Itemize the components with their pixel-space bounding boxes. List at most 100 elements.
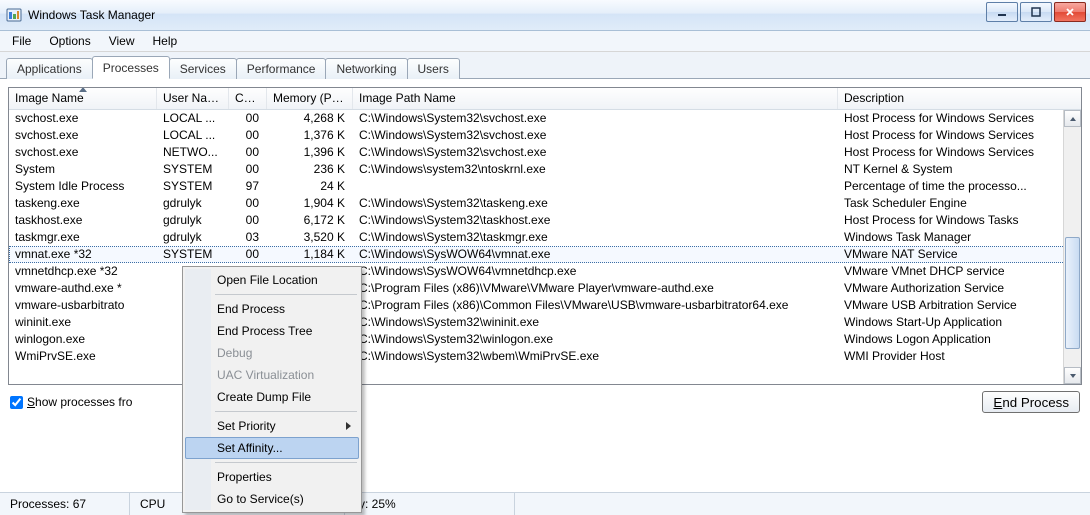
cell-description: VMware NAT Service [838, 246, 1081, 263]
col-image-name[interactable]: Image Name [9, 88, 157, 109]
menu-options[interactable]: Options [41, 33, 98, 49]
cm-end-process[interactable]: End Process [185, 298, 359, 320]
table-row[interactable]: vmware-authd.exe *,784 KC:\Program Files… [9, 280, 1081, 297]
process-context-menu: Open File Location End Process End Proce… [182, 266, 362, 513]
cell-cpu: 00 [229, 246, 267, 263]
cell-path: C:\Windows\System32\svchost.exe [353, 127, 838, 144]
close-button[interactable] [1054, 2, 1086, 22]
cell-description: Windows Task Manager [838, 229, 1081, 246]
cell-image-name: vmware-authd.exe * [9, 280, 157, 297]
cell-description: Host Process for Windows Services [838, 144, 1081, 161]
end-process-button[interactable]: End Process [982, 391, 1080, 413]
cm-create-dump-file[interactable]: Create Dump File [185, 386, 359, 408]
cell-description: Windows Start-Up Application [838, 314, 1081, 331]
window-controls [986, 2, 1086, 22]
cell-cpu: 00 [229, 212, 267, 229]
table-row[interactable]: svchost.exeNETWO...001,396 KC:\Windows\S… [9, 144, 1081, 161]
process-list: Image Name User Name CPU Memory (Pri... … [8, 87, 1082, 385]
cell-description: Host Process for Windows Services [838, 110, 1081, 127]
cell-cpu: 00 [229, 144, 267, 161]
status-processes: Processes: 67 [0, 493, 130, 515]
menu-help[interactable]: Help [145, 33, 186, 49]
table-row[interactable]: wininit.exe,152 KC:\Windows\System32\win… [9, 314, 1081, 331]
titlebar[interactable]: Windows Task Manager [0, 0, 1090, 31]
table-row[interactable]: vmware-usbarbitrato,144 KC:\Program File… [9, 297, 1081, 314]
cell-user-name: LOCAL ... [157, 127, 229, 144]
cell-memory: 1,904 K [267, 195, 353, 212]
tab-users[interactable]: Users [407, 58, 460, 79]
table-row[interactable]: winlogon.exe,320 KC:\Windows\System32\wi… [9, 331, 1081, 348]
scroll-thumb[interactable] [1065, 237, 1080, 349]
cell-path: C:\Windows\System32\taskeng.exe [353, 195, 838, 212]
table-row[interactable]: svchost.exeLOCAL ...001,376 KC:\Windows\… [9, 127, 1081, 144]
cm-go-to-services[interactable]: Go to Service(s) [185, 488, 359, 510]
cm-open-file-location[interactable]: Open File Location [185, 269, 359, 291]
col-user-name[interactable]: User Name [157, 88, 229, 109]
cell-memory: 1,376 K [267, 127, 353, 144]
menu-view[interactable]: View [101, 33, 143, 49]
table-row[interactable]: taskhost.exegdrulyk006,172 KC:\Windows\S… [9, 212, 1081, 229]
minimize-button[interactable] [986, 2, 1018, 22]
menu-file[interactable]: File [4, 33, 39, 49]
table-row[interactable]: vmnat.exe *32SYSTEM001,184 KC:\Windows\S… [9, 246, 1081, 263]
status-spacer [515, 493, 1090, 515]
tab-applications[interactable]: Applications [6, 58, 93, 79]
cell-path: C:\Windows\SysWOW64\vmnat.exe [353, 246, 838, 263]
cell-cpu: 00 [229, 195, 267, 212]
cm-set-priority[interactable]: Set Priority [185, 415, 359, 437]
cell-image-name: vmnat.exe *32 [9, 246, 157, 263]
cm-properties[interactable]: Properties [185, 466, 359, 488]
cell-image-name: winlogon.exe [9, 331, 157, 348]
scroll-down-button[interactable] [1064, 367, 1081, 384]
tab-services[interactable]: Services [169, 58, 237, 79]
cell-description: Host Process for Windows Services [838, 127, 1081, 144]
scroll-track[interactable] [1064, 127, 1081, 367]
cm-set-affinity[interactable]: Set Affinity... [185, 437, 359, 459]
cell-user-name: NETWO... [157, 144, 229, 161]
scroll-up-button[interactable] [1064, 110, 1081, 127]
window-title: Windows Task Manager [28, 8, 155, 22]
cm-separator [215, 462, 357, 463]
table-row[interactable]: taskmgr.exegdrulyk033,520 KC:\Windows\Sy… [9, 229, 1081, 246]
maximize-button[interactable] [1020, 2, 1052, 22]
status-memory: ry: 25% [345, 493, 515, 515]
cell-path: C:\Windows\System32\taskmgr.exe [353, 229, 838, 246]
app-icon [6, 7, 22, 23]
cell-cpu: 00 [229, 127, 267, 144]
show-all-users-input[interactable] [10, 396, 23, 409]
vertical-scrollbar[interactable] [1063, 110, 1081, 384]
cell-image-name: taskeng.exe [9, 195, 157, 212]
table-row[interactable]: System Idle ProcessSYSTEM9724 KPercentag… [9, 178, 1081, 195]
table-row[interactable]: taskeng.exegdrulyk001,904 KC:\Windows\Sy… [9, 195, 1081, 212]
cm-end-process-tree[interactable]: End Process Tree [185, 320, 359, 342]
tab-processes[interactable]: Processes [92, 56, 170, 79]
cell-path: C:\Windows\System32\taskhost.exe [353, 212, 838, 229]
cell-path: C:\Windows\System32\winlogon.exe [353, 331, 838, 348]
cell-memory: 1,184 K [267, 246, 353, 263]
cell-image-name: vmware-usbarbitrato [9, 297, 157, 314]
cell-user-name: gdrulyk [157, 229, 229, 246]
cell-description: WMI Provider Host [838, 348, 1081, 365]
table-row[interactable]: vmnetdhcp.exe *32984 KC:\Windows\SysWOW6… [9, 263, 1081, 280]
process-rows: svchost.exeLOCAL ...004,268 KC:\Windows\… [9, 110, 1081, 384]
cell-image-name: svchost.exe [9, 144, 157, 161]
col-description[interactable]: Description [838, 88, 1081, 109]
show-all-users-checkbox[interactable]: Show processes fro [10, 395, 132, 409]
tab-performance[interactable]: Performance [236, 58, 327, 79]
cell-description: Percentage of time the processo... [838, 178, 1081, 195]
table-row[interactable]: SystemSYSTEM00236 KC:\Windows\system32\n… [9, 161, 1081, 178]
cell-description: VMware VMnet DHCP service [838, 263, 1081, 280]
tab-networking[interactable]: Networking [325, 58, 407, 79]
col-memory[interactable]: Memory (Pri... [267, 88, 353, 109]
cell-image-name: System [9, 161, 157, 178]
table-row[interactable]: svchost.exeLOCAL ...004,268 KC:\Windows\… [9, 110, 1081, 127]
col-image-path[interactable]: Image Path Name [353, 88, 838, 109]
cell-user-name: SYSTEM [157, 161, 229, 178]
cm-separator [215, 294, 357, 295]
cell-image-name: wininit.exe [9, 314, 157, 331]
sort-ascending-icon [79, 88, 87, 92]
col-cpu[interactable]: CPU [229, 88, 267, 109]
table-row[interactable]: WmiPrvSE.exe,104 KC:\Windows\System32\wb… [9, 348, 1081, 365]
cell-user-name: gdrulyk [157, 212, 229, 229]
cell-description: Windows Logon Application [838, 331, 1081, 348]
